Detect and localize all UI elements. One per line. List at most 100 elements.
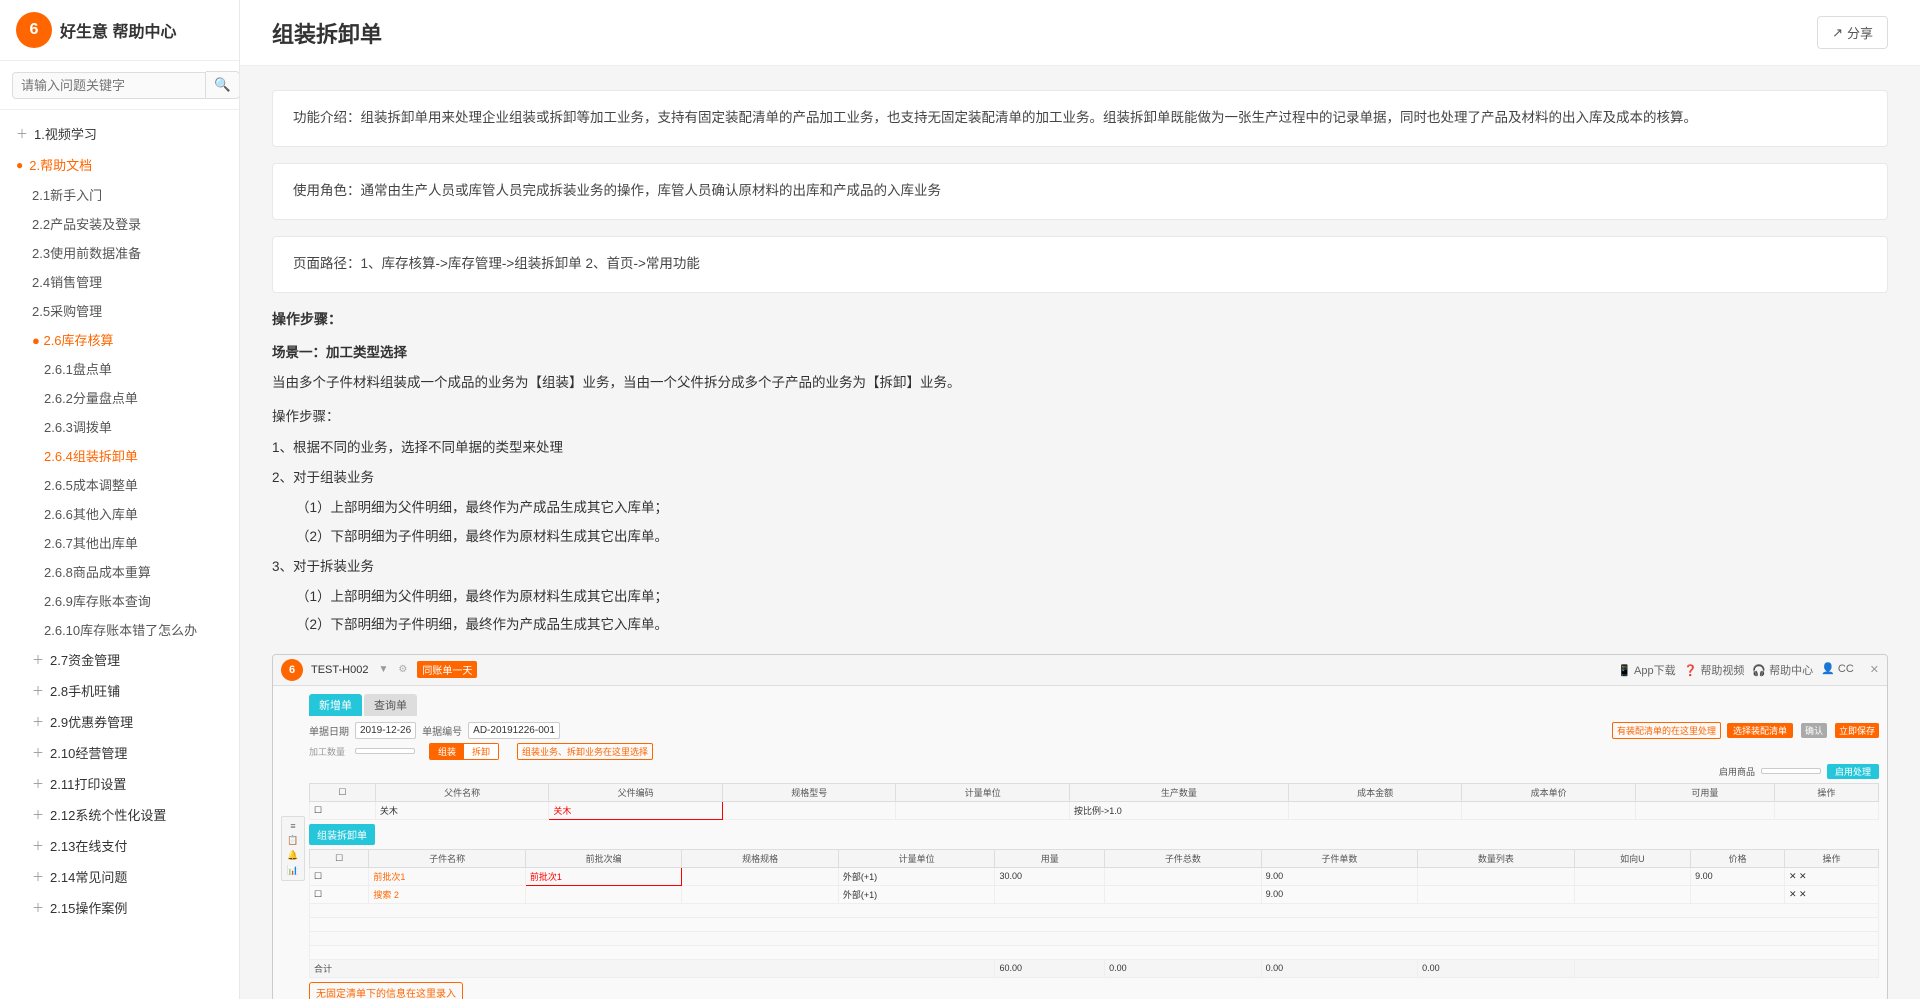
screenshot-lr1-batch: 前批次1 (525, 867, 682, 885)
screenshot-lth-total: 子件总数 (1105, 849, 1262, 867)
plus-icon-2-12: ＋ (32, 806, 44, 823)
sidebar-item-2-6-5[interactable]: 2.6.5成本调整单 (0, 470, 239, 499)
share-button[interactable]: ↗ 分享 (1817, 16, 1888, 49)
plus-icon-1: ＋ (16, 125, 28, 142)
screenshot-footer-v4: 0.00 (1418, 959, 1575, 977)
search-button[interactable]: 🔍 (206, 71, 240, 99)
screenshot-lth-batch: 前批次编 (525, 849, 682, 867)
main-content: 组装拆卸单 ↗ 分享 功能介绍：组装拆卸单用来处理企业组装或拆卸等加工业务，支持… (240, 0, 1920, 999)
step2-1: （1）上部明细为父件明细，最终作为产成品生成其它入库单； (296, 496, 1888, 520)
sidebar-item-2-6-9[interactable]: 2.6.9库存账本查询 (0, 586, 239, 615)
screenshot-type-selector: 组装 拆卸 (429, 743, 499, 760)
screenshot-company: TEST-H002 (311, 664, 368, 676)
screenshot-cell-avail (1635, 801, 1774, 819)
screenshot-confirm-btn[interactable]: 确认 (1801, 723, 1827, 738)
sidebar-item-2-6-10[interactable]: 2.6.10库存账本错了怎么办 (0, 615, 239, 644)
screenshot-th-parent-name: 父件名称 (375, 783, 549, 801)
screenshot-footer-v3: 0.00 (1261, 959, 1418, 977)
sidebar-item-2-8[interactable]: ＋ 2.8手机旺铺 (0, 675, 239, 706)
sidebar-item-2-6-4[interactable]: 2.6.4组装拆卸单 (0, 441, 239, 470)
screenshot-enable-input[interactable] (1761, 768, 1821, 774)
sidebar-item-2-2[interactable]: 2.2产品安装及登录 (0, 209, 239, 238)
screenshot-lr1-name: 前批次1 (369, 867, 526, 885)
screenshot-form-row: 单据日期 2019-12-26 单据编号 AD-20191226-001 有装配… (309, 722, 1879, 739)
plus-icon-2-9: ＋ (32, 713, 44, 730)
sidebar-item-2-6[interactable]: ● 2.6库存核算 (0, 325, 239, 354)
sidebar-item-2-6-3[interactable]: 2.6.3调拨单 (0, 412, 239, 441)
search-input[interactable] (12, 72, 206, 99)
screenshot-topbar: 6 TEST-H002 ▼ ⚙ 同账单一天 📱 App下载 ❓ 帮助视频 🎧 帮… (273, 655, 1887, 686)
sidebar-item-2-10[interactable]: ＋ 2.10经营管理 (0, 737, 239, 768)
sidebar-label-2-14: 2.14常见问题 (50, 867, 127, 886)
screenshot-footer-empty (1574, 959, 1878, 977)
screenshot-section-label: 组装拆卸单 (309, 824, 375, 845)
screenshot-type-row: 加工数量 组装 拆卸 组装业务、拆卸业务在这里选择 (309, 743, 1879, 760)
sidebar-item-2-11[interactable]: ＋ 2.11打印设置 (0, 768, 239, 799)
screenshot-lr1-spec (682, 867, 839, 885)
sidebar-item-2-3[interactable]: 2.3使用前数据准备 (0, 238, 239, 267)
screenshot-nav-apps: 📱 App下载 (1618, 662, 1676, 678)
screenshot-lr1-price: 9.00 (1691, 867, 1785, 885)
screenshot-inner: 6 TEST-H002 ▼ ⚙ 同账单一天 📱 App下载 ❓ 帮助视频 🎧 帮… (273, 655, 1887, 999)
app-title: 好生意 帮助中心 (60, 18, 176, 42)
screenshot-cell-unit (896, 801, 1070, 819)
screenshot-tab-query[interactable]: 查询单 (364, 694, 417, 716)
screenshot-footer-row: 合计 60.00 0.00 0.00 0.00 (310, 959, 1879, 977)
screenshot-th-parent-code: 父件编码 (549, 783, 723, 801)
step2: 2、对于组装业务 (272, 466, 1888, 490)
sidebar-item-2-6-7[interactable]: 2.6.7其他出库单 (0, 528, 239, 557)
sidebar-item-2-15[interactable]: ＋ 2.15操作案例 (0, 892, 239, 923)
screenshot-upper-table: ☐ 父件名称 父件编码 规格型号 计量单位 生产数量 成本金额 成本单价 (309, 783, 1879, 820)
screenshot-th-cost: 成本金额 (1288, 783, 1462, 801)
screenshot-lth-check: ☐ (310, 849, 369, 867)
screenshot-type-opt-2[interactable]: 拆卸 (464, 744, 498, 759)
sidebar-item-2-4[interactable]: 2.4销售管理 (0, 267, 239, 296)
share-label: 分享 (1847, 23, 1873, 42)
sidebar-item-2-6-1[interactable]: 2.6.1盘点单 (0, 354, 239, 383)
screenshot-th-qty: 生产数量 (1070, 783, 1289, 801)
screenshot-lower-row-6 (310, 945, 1879, 959)
sidebar-item-2-9[interactable]: ＋ 2.9优惠券管理 (0, 706, 239, 737)
sidebar-item-help-docs[interactable]: ● 2.帮助文档 (0, 149, 239, 180)
scene1-desc: 当由多个子件材料组装成一个成品的业务为【组装】业务，当由一个父件拆分成多个子产品… (272, 371, 1888, 395)
sidebar-label-2-7: 2.7资金管理 (50, 650, 120, 669)
screenshot-left-icon-1: ≡ (290, 821, 295, 831)
screenshot-th-avail: 可用量 (1635, 783, 1774, 801)
screenshot-annotation-1: 有装配清单的在这里处理 (1612, 722, 1721, 739)
sidebar-item-2-5[interactable]: 2.5采购管理 (0, 296, 239, 325)
sidebar-item-2-13[interactable]: ＋ 2.13在线支付 (0, 830, 239, 861)
screenshot-red-input: 关木 (553, 806, 571, 816)
screenshot-title-bar: TEST-H002 ▼ ⚙ 同账单一天 (311, 661, 1610, 678)
screenshot-tab-new[interactable]: 新增单 (309, 694, 362, 716)
sidebar-item-2-6-6[interactable]: 2.6.6其他入库单 (0, 499, 239, 528)
sidebar-item-2-14[interactable]: ＋ 2.14常见问题 (0, 861, 239, 892)
sidebar-item-2-6-2[interactable]: 2.6.2分量盘点单 (0, 383, 239, 412)
sidebar-item-2-12[interactable]: ＋ 2.12系统个性化设置 (0, 799, 239, 830)
screenshot-lr2-usage (995, 885, 1105, 903)
screenshot-cell-ops (1774, 801, 1878, 819)
screenshot-lr2-total (1105, 885, 1262, 903)
sidebar-header: 6 好生意 帮助中心 (0, 0, 239, 61)
sidebar-item-video-learning[interactable]: ＋ 1.视频学习 (0, 118, 239, 149)
screenshot-enable-btn[interactable]: 启用处理 (1827, 764, 1879, 779)
screenshot-date-value: 2019-12-26 (355, 722, 416, 739)
screenshot-type-opt-1[interactable]: 组装 (430, 744, 464, 759)
sidebar-item-2-7[interactable]: ＋ 2.7资金管理 (0, 644, 239, 675)
plus-icon-2-13: ＋ (32, 837, 44, 854)
sidebar-item-2-1[interactable]: 2.1新手入门 (0, 180, 239, 209)
screenshot-nav-home: ⚙ (398, 664, 407, 675)
screenshot-cell-spec (722, 801, 896, 819)
screenshot-lth-unit: 计量单位 (838, 849, 995, 867)
screenshot-lr1-sub: 9.00 (1261, 867, 1418, 885)
sidebar-label-2-12: 2.12系统个性化设置 (50, 805, 166, 824)
screenshot-qty-input[interactable] (355, 748, 415, 754)
screenshot-th-unit-cost: 成本单价 (1462, 783, 1636, 801)
screenshot-orange-btn[interactable]: 选择装配清单 (1727, 723, 1793, 738)
sidebar-item-2-6-8[interactable]: 2.6.8商品成本重算 (0, 557, 239, 586)
plus-icon-2-14: ＋ (32, 868, 44, 885)
screenshot-close-icon: ✕ (1870, 663, 1879, 676)
screenshot-left-icon-2: 📋 (287, 835, 298, 846)
step3-2: （2）下部明细为子件明细，最终作为产成品生成其它入库单。 (296, 613, 1888, 637)
screenshot-save-btn[interactable]: 立即保存 (1835, 723, 1879, 738)
screenshot-cell-qty: 按比例->1.0 (1070, 801, 1289, 819)
